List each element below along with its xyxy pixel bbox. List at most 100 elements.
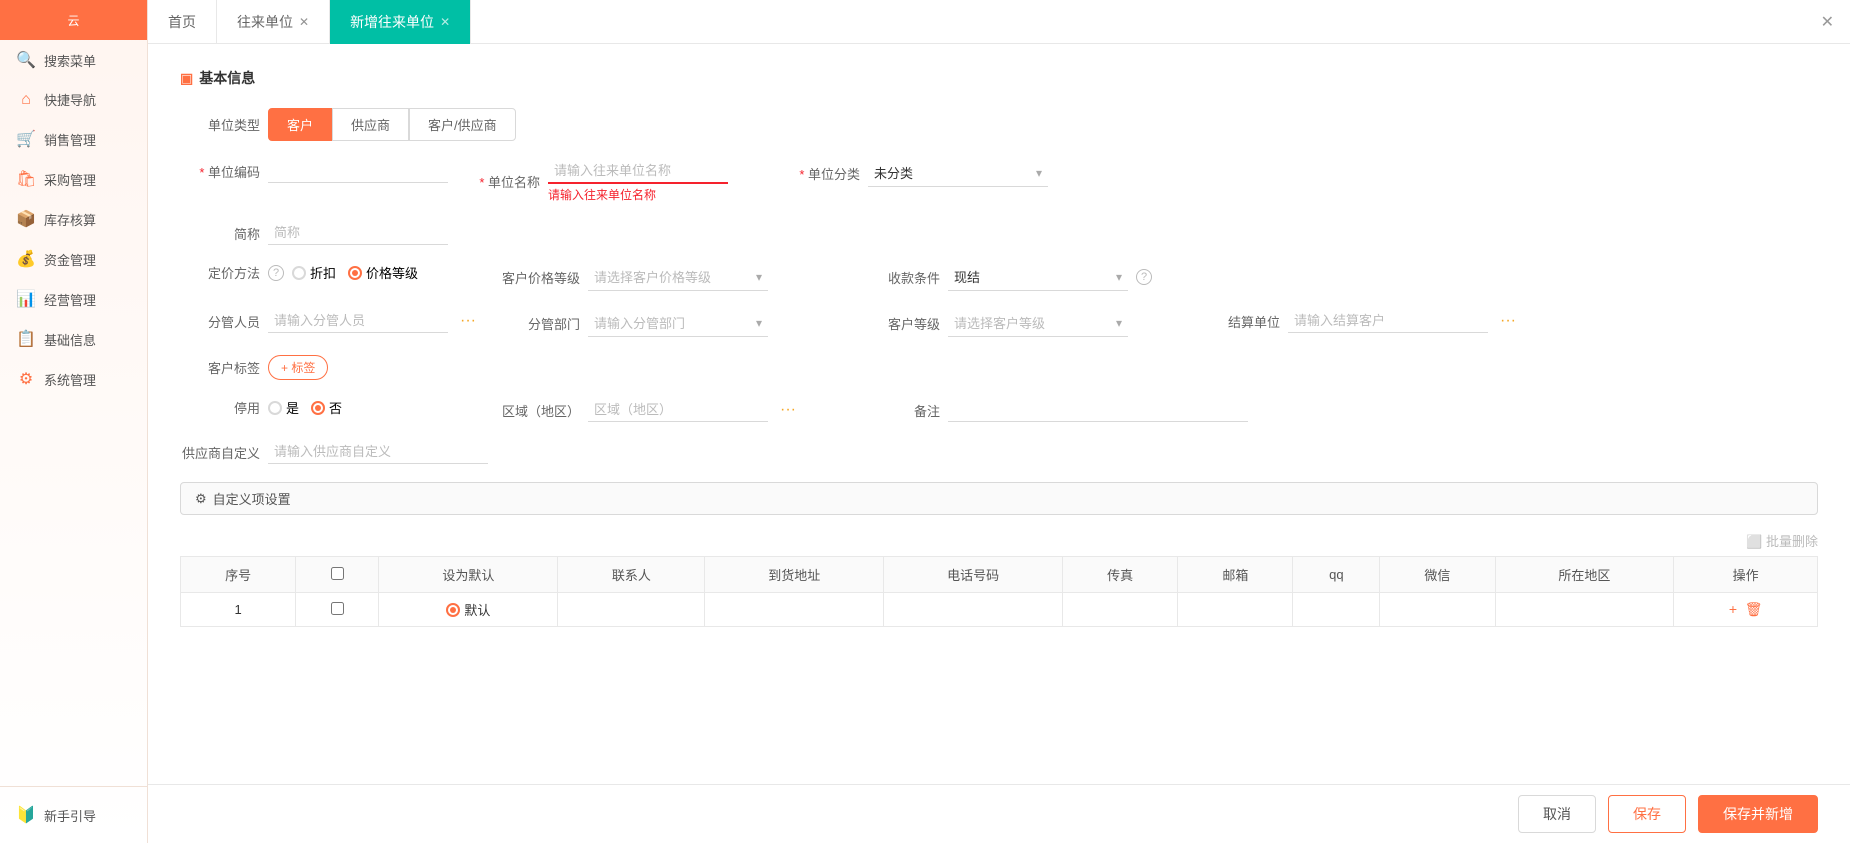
sidebar-item-guide[interactable]: 🔰 新手引导 [0,795,147,835]
custom-settings-button[interactable]: ⚙ 自定义项设置 [180,482,1818,515]
sales-icon: 🛒 [16,129,36,149]
pricing-radio-level[interactable]: 价格等级 [348,263,418,282]
settlement-unit-input[interactable] [1288,309,1488,333]
col-phone: 电话号码 [884,557,1063,593]
batch-delete-label[interactable]: 批量删除 [1766,534,1818,549]
tag-group: 客户标签 + 标签 [180,355,1818,380]
manager-more-icon[interactable]: ··· [456,312,480,330]
finance-icon: 💰 [16,249,36,269]
manager-input[interactable] [268,309,448,333]
customer-level-select[interactable]: 请选择客户等级 ▾ [948,309,1128,337]
region-more-icon[interactable]: ··· [776,401,800,419]
sidebar-item-system[interactable]: ⚙ 系统管理 [0,359,147,399]
sidebar-item-inventory[interactable]: 📦 库存核算 [0,199,147,239]
unit-code-group: 单位编码 000009 [180,159,460,183]
pricing-help-icon[interactable]: ? [268,265,284,281]
tab-bar: 首页 往来单位 ✕ 新增往来单位 ✕ ✕ [148,0,1850,44]
sidebar-item-label: 搜索菜单 [44,51,96,70]
radio-circle-no [311,401,325,415]
sidebar-item-purchase[interactable]: 🛍 采购管理 [0,159,147,199]
sidebar-item-search[interactable]: 🔍 搜索菜单 [0,40,147,80]
row-fax [1063,593,1178,627]
sidebar-item-label: 经营管理 [44,290,96,309]
tab-home[interactable]: 首页 [148,0,217,44]
tab-partners[interactable]: 往来单位 ✕ [217,0,330,44]
customer-tag-label: 客户标签 [180,358,260,377]
payment-help-icon[interactable]: ? [1136,269,1152,285]
cancel-button[interactable]: 取消 [1518,795,1596,833]
sidebar-item-label: 采购管理 [44,170,96,189]
customer-price-placeholder: 请选择客户价格等级 [594,267,756,286]
tab-new-partner-label: 新增往来单位 [350,12,434,32]
col-default: 设为默认 [379,557,558,593]
tab-new-partner-close-icon[interactable]: ✕ [440,15,450,29]
manager-row: 分管人员 ··· 分管部门 请输入分管部门 ▾ 客户等级 请选择客户等级 ▾ 结… [180,309,1818,337]
settlement-more-icon[interactable]: ··· [1496,312,1520,330]
sidebar-item-label: 新手引导 [44,806,96,825]
delete-row-button[interactable]: 🗑 [1743,599,1765,620]
remark-group: 备注 [860,398,1818,422]
settlement-unit-label: 结算单位 [1200,312,1280,331]
remark-input[interactable] [948,398,1248,422]
row-region [1495,593,1674,627]
save-and-new-button[interactable]: 保存并新增 [1698,795,1818,833]
tag-row: 客户标签 + 标签 [180,355,1818,380]
main-close-button[interactable]: ✕ [1805,12,1850,32]
unit-name-label: 单位名称 [460,172,540,191]
row-default-radio[interactable]: 默认 [389,600,547,619]
unit-code-input[interactable]: 000009 [268,159,448,183]
batch-delete-icon: ⬜ [1746,534,1762,549]
sidebar: 云 🔍 搜索菜单 ⌂ 快捷导航 🛒 销售管理 🛍 采购管理 📦 库存核算 💰 资… [0,0,148,843]
select-all-checkbox[interactable] [331,567,344,580]
supplier-custom-input[interactable] [268,440,488,464]
short-name-group: 简称 [180,221,460,245]
col-fax: 传真 [1063,557,1178,593]
search-icon: 🔍 [16,50,36,70]
customer-price-select[interactable]: 请选择客户价格等级 ▾ [588,263,768,291]
sidebar-item-quicknav[interactable]: ⌂ 快捷导航 [0,80,147,119]
sidebar-item-basic[interactable]: 📋 基础信息 [0,319,147,359]
section-title: 基本信息 [199,68,255,88]
sidebar-item-finance[interactable]: 💰 资金管理 [0,239,147,279]
sidebar-item-operations[interactable]: 📊 经营管理 [0,279,147,319]
footer-bar: 取消 保存 保存并新增 [148,784,1850,843]
disabled-radio-yes[interactable]: 是 [268,398,299,417]
row-wechat [1380,593,1495,627]
col-contact: 联系人 [558,557,705,593]
save-button[interactable]: 保存 [1608,795,1686,833]
manager-group: 分管人员 ··· [180,309,500,333]
payment-terms-group: 收款条件 现结 ▾ ? [860,263,1200,291]
add-tag-button[interactable]: + 标签 [268,355,328,380]
col-checkbox [296,557,379,593]
short-name-row: 简称 [180,221,1818,245]
operations-icon: 📊 [16,289,36,309]
customer-level-placeholder: 请选择客户等级 [954,313,1116,332]
unit-category-select[interactable]: 未分类 ▾ [868,159,1048,187]
row-checkbox[interactable] [331,602,344,615]
section-header: ▣ 基本信息 [180,68,1818,88]
payment-terms-select[interactable]: 现结 ▾ [948,263,1128,291]
col-qq: qq [1293,557,1380,593]
payment-terms-value: 现结 [954,267,1116,286]
department-select[interactable]: 请输入分管部门 ▾ [588,309,768,337]
supplier-custom-group: 供应商自定义 [180,440,1818,464]
short-name-input[interactable] [268,221,448,245]
tab-partners-close-icon[interactable]: ✕ [299,15,309,29]
type-btn-both[interactable]: 客户/供应商 [409,108,516,141]
type-btn-customer[interactable]: 客户 [268,108,332,141]
tab-new-partner[interactable]: 新增往来单位 ✕ [330,0,471,44]
type-btn-supplier[interactable]: 供应商 [332,108,409,141]
unit-name-input[interactable] [548,159,728,184]
custom-settings-label: 自定义项设置 [213,489,291,508]
sidebar-item-sales[interactable]: 🛒 销售管理 [0,119,147,159]
payment-terms-label: 收款条件 [860,268,940,287]
disabled-radio-no[interactable]: 否 [311,398,342,417]
add-row-button[interactable]: + [1727,599,1739,619]
disabled-yes-label: 是 [286,398,299,417]
sidebar-logo: 云 [0,0,147,40]
table-header-row: 序号 设为默认 联系人 到货地址 电话号码 传真 邮箱 qq 微信 所在地区 操… [181,557,1818,593]
region-input[interactable] [588,398,768,422]
disabled-label: 停用 [180,398,260,417]
purchase-icon: 🛍 [16,169,36,189]
pricing-radio-discount[interactable]: 折扣 [292,263,336,282]
